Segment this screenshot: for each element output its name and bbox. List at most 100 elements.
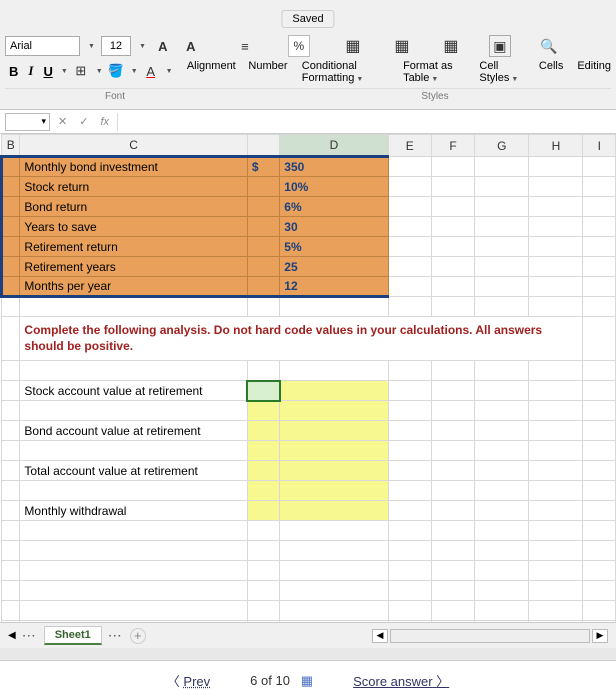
chevron-down-icon[interactable]: ▼ [96,68,103,75]
font-color-icon[interactable]: A [140,60,162,82]
cell-styles-icon[interactable]: ▦ [440,35,462,57]
cancel-formula-icon[interactable]: ✕ [54,115,71,128]
cell-value: 350 [280,157,388,177]
data-row[interactable]: Months per year 12 [2,277,616,297]
page-indicator: 6 of 10 ▦ [250,673,313,689]
chevron-down-icon: ▾ [41,116,46,127]
italic-button[interactable]: I [24,63,37,79]
score-answer-button[interactable]: Score answer 〉 [353,671,449,690]
formula-input[interactable] [117,113,611,131]
section-styles-label: Styles [350,89,520,104]
col-header-H[interactable]: H [529,135,583,157]
spreadsheet-grid[interactable]: B C D E F G H I Monthly bond investment … [0,134,616,644]
chevron-down-icon[interactable]: ▼ [61,68,68,75]
cell-label: Stock return [20,177,247,197]
conditional-formatting-icon[interactable]: ▦ [342,35,364,57]
chevron-down-icon[interactable]: ▼ [139,43,146,50]
bold-button[interactable]: B [5,64,22,79]
border-icon[interactable]: ⊞ [70,60,92,82]
sheet-tab[interactable]: Sheet1 [44,626,102,645]
align-icon[interactable]: ≡ [234,35,256,57]
horizontal-scrollbar[interactable] [390,629,590,643]
font-size-value: 12 [110,40,122,52]
cell-label: Bond account value at retirement [20,421,247,441]
scroll-right-button[interactable]: ▶ [592,629,608,643]
format-as-table-label[interactable]: Format as Table▼ [403,60,471,84]
empty-row[interactable] [2,541,616,561]
cells-icon[interactable]: ▣ [489,35,511,57]
instruction-row[interactable]: Complete the following analysis. Do not … [2,317,616,361]
data-row[interactable]: Years to save 30 [2,217,616,237]
cell-symbol: $ [247,157,279,177]
formula-bar: ▾ ✕ ✓ fx [0,110,616,134]
editing-icon[interactable]: 🔍 [538,35,560,57]
analysis-row[interactable]: Total account value at retirement [2,461,616,481]
col-header-E[interactable]: E [388,135,431,157]
chevron-down-icon[interactable]: ▼ [88,43,95,50]
cell-label: Bond return [20,197,247,217]
analysis-row[interactable]: Bond account value at retirement [2,421,616,441]
analysis-row[interactable]: Stock account value at retirement [2,381,616,401]
chevron-down-icon[interactable]: ▼ [166,68,173,75]
increase-font-icon[interactable]: A [152,35,174,57]
scroll-left-button[interactable]: ◀ [372,629,388,643]
chevron-down-icon[interactable]: ▼ [131,68,138,75]
col-header-G[interactable]: G [475,135,529,157]
underline-button[interactable]: U [39,64,56,79]
empty-row[interactable] [2,481,616,501]
col-header-I[interactable]: I [583,135,616,157]
empty-row[interactable] [2,561,616,581]
grid-icon[interactable]: ▦ [301,673,313,688]
alignment-label[interactable]: Alignment [187,60,236,72]
cell-label: Months per year [20,277,247,297]
cell-styles-label[interactable]: Cell Styles▼ [479,60,527,84]
tab-nav-prev-icon[interactable]: ◀ [8,630,16,641]
data-row[interactable]: Bond return 6% [2,197,616,217]
empty-row[interactable] [2,401,616,421]
cell-value: 30 [280,217,388,237]
col-header-blank[interactable] [247,135,279,157]
sheet-tab-strip: ◀ ⋯ Sheet1 ⋯ + ◀ ▶ [0,622,616,648]
font-name-dropdown[interactable]: Arial [5,36,80,56]
percent-icon[interactable]: % [288,35,310,57]
data-row[interactable]: Retirement return 5% [2,237,616,257]
conditional-formatting-label[interactable]: Conditional Formatting▼ [302,60,395,84]
empty-row[interactable] [2,601,616,621]
saved-badge: Saved [281,10,334,28]
cell-label: Years to save [20,217,247,237]
col-header-C[interactable]: C [20,135,247,157]
col-header-F[interactable]: F [431,135,474,157]
tab-nav-dots[interactable]: ⋯ [22,627,38,644]
empty-row[interactable] [2,521,616,541]
number-label[interactable]: Number [248,60,287,72]
empty-row[interactable] [2,441,616,461]
fx-icon[interactable]: fx [96,116,113,128]
cells-label[interactable]: Cells [539,60,563,72]
tab-nav-dots[interactable]: ⋯ [108,627,124,644]
cell-label: Monthly withdrawal [20,501,247,521]
decrease-font-icon[interactable]: A [180,35,202,57]
font-size-dropdown[interactable]: 12 [101,36,131,56]
col-header-D[interactable]: D [280,135,388,157]
fill-color-icon[interactable]: 🪣 [105,60,127,82]
empty-row[interactable] [2,297,616,317]
analysis-row[interactable]: Monthly withdrawal [2,501,616,521]
format-as-table-icon[interactable]: ▦ [391,35,413,57]
section-font-label: Font [5,89,185,104]
accept-formula-icon[interactable]: ✓ [75,115,92,128]
empty-row[interactable] [2,581,616,601]
editing-label[interactable]: Editing [577,60,611,72]
empty-row[interactable] [2,361,616,381]
col-header-B[interactable]: B [2,135,20,157]
prev-button[interactable]: 〈 Prev [167,671,210,690]
data-row[interactable]: Monthly bond investment $ 350 [2,157,616,177]
cell-label: Retirement return [20,237,247,257]
data-row[interactable]: Retirement years 25 [2,257,616,277]
data-row[interactable]: Stock return 10% [2,177,616,197]
cell-label: Monthly bond investment [20,157,247,177]
name-box[interactable]: ▾ [5,113,50,131]
chevron-left-icon: 〈 [167,674,180,689]
add-sheet-button[interactable]: + [130,628,146,644]
bottom-nav-bar: 〈 Prev 6 of 10 ▦ Score answer 〉 [0,660,616,700]
cell-label: Stock account value at retirement [20,381,247,401]
